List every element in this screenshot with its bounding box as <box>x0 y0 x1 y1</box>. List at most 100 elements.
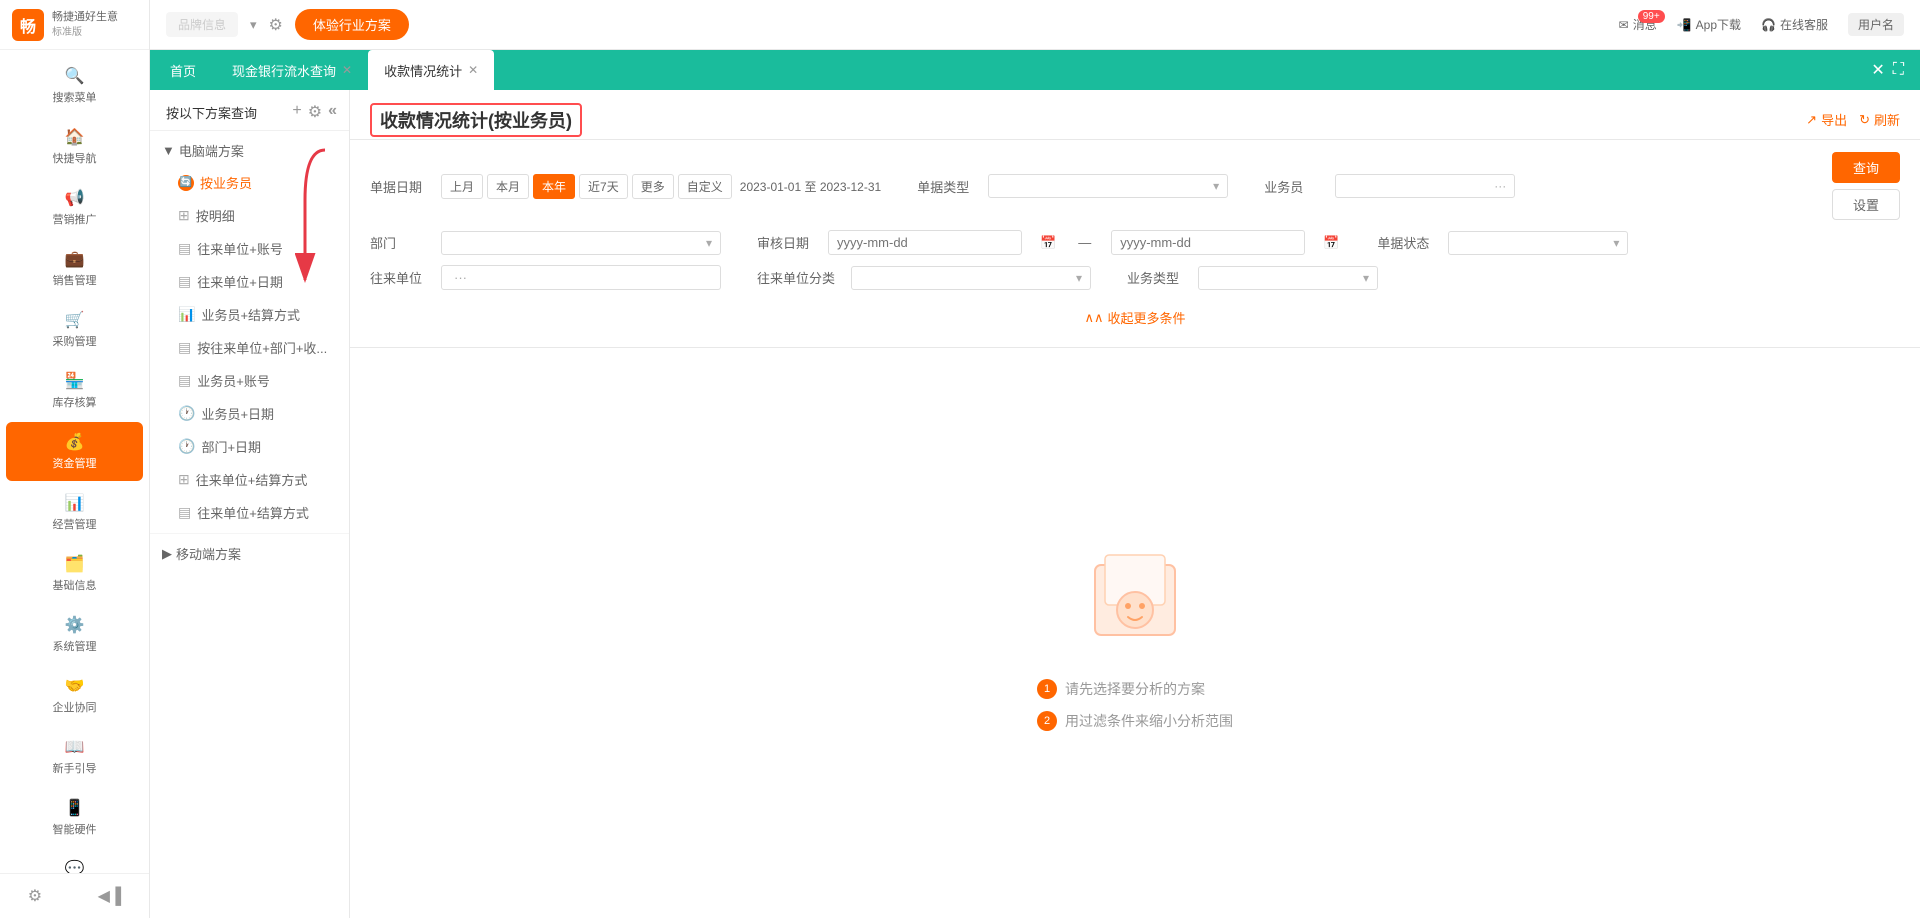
scheme-item-partner-settle1[interactable]: ⊞ 往来单位+结算方式 <box>150 463 349 496</box>
partner-cat-select[interactable]: ▾ <box>851 266 1091 290</box>
funds-icon: 💰 <box>65 432 85 452</box>
empty-tips: 1 请先选择要分析的方案 2 用过滤条件来缩小分析范围 <box>1037 679 1233 731</box>
type-select[interactable]: ▾ <box>988 174 1228 198</box>
scheme-item-dept-date[interactable]: 🕐 部门+日期 <box>150 430 349 463</box>
page-title: 收款情况统计(按业务员) <box>370 103 582 137</box>
operations-icon: 📊 <box>65 493 85 513</box>
date-btn-last-month[interactable]: 上月 <box>441 174 483 199</box>
maximize-icon[interactable]: ⛶ <box>1893 61 1904 79</box>
collapse-icon: ∧∧ <box>1084 310 1103 326</box>
tip-1-number: 1 <box>1037 679 1057 699</box>
date-filter-label: 单据日期 <box>370 177 425 196</box>
partner-dept-icon: ▤ <box>178 339 191 356</box>
scheme-item-partner-account[interactable]: ▤ 往来单位+账号 <box>150 232 349 265</box>
date-separator: — <box>1074 235 1095 250</box>
partner-cat-label: 往来单位分类 <box>757 268 835 287</box>
tab-receipt[interactable]: 收款情况统计 ✕ <box>368 50 494 90</box>
tab-home[interactable]: 首页 <box>150 50 216 90</box>
sidebar-item-inventory[interactable]: 🏪 库存核算 <box>6 361 143 420</box>
filter-row-2: 部门 ▾ 审核日期 📅 — 📅 单据状态 ▾ <box>370 230 1900 255</box>
settings-footer-icon[interactable]: ⚙ <box>28 886 42 906</box>
doc-status-label: 单据状态 <box>1377 233 1432 252</box>
partner-more-icon[interactable]: ··· <box>454 270 467 285</box>
sidebar-item-enterprise[interactable]: 🤝 企业协同 <box>6 666 143 725</box>
export-icon: ↗ <box>1806 112 1817 128</box>
refresh-btn[interactable]: ↻ 刷新 <box>1859 110 1900 129</box>
export-btn[interactable]: ↗ 导出 <box>1806 110 1847 129</box>
sidebar-item-sales[interactable]: 💼 销售管理 <box>6 239 143 298</box>
scheme-collapse-icon[interactable]: « <box>328 102 337 122</box>
window-close-icon[interactable]: ✕ <box>1871 60 1884 80</box>
collapse-filter-btn[interactable]: ∧∧ 收起更多条件 <box>370 300 1900 335</box>
review-date-start[interactable] <box>828 230 1022 255</box>
dept-select-arrow: ▾ <box>706 236 712 250</box>
trial-btn[interactable]: 体验行业方案 <box>295 9 409 40</box>
sidebar-item-basic[interactable]: 🗂️ 基础信息 <box>6 544 143 603</box>
sidebar-item-system[interactable]: ⚙️ 系统管理 <box>6 605 143 664</box>
pc-group-arrow: ▼ <box>162 143 175 158</box>
sidebar-item-guide[interactable]: 📖 新手引导 <box>6 727 143 786</box>
salesperson-filter-label: 业务员 <box>1264 177 1319 196</box>
sidebar-item-hardware[interactable]: 📱 智能硬件 <box>6 788 143 847</box>
date-btn-7days[interactable]: 近7天 <box>579 174 628 199</box>
sidebar-item-search[interactable]: 🔍 搜索菜单 <box>6 56 143 115</box>
scheme-item-partner-settle2[interactable]: ▤ 往来单位+结算方式 <box>150 496 349 529</box>
scheme-add-icon[interactable]: + <box>292 102 301 122</box>
dept-select[interactable]: ▾ <box>441 231 721 255</box>
sidebar-item-quicknav[interactable]: 🏠 快捷导航 <box>6 117 143 176</box>
mobile-group-header[interactable]: ▶ 移动端方案 <box>150 538 349 569</box>
date-btn-more[interactable]: 更多 <box>632 174 674 199</box>
pc-group-header[interactable]: ▼ 电脑端方案 <box>150 135 349 166</box>
topbar-gear-icon[interactable]: ⚙ <box>269 15 283 35</box>
sidebar-item-wechat[interactable]: 💬 企业微信 <box>6 849 143 873</box>
hardware-icon: 📱 <box>65 798 85 818</box>
purchase-icon: 🛒 <box>65 310 85 330</box>
refresh-icon: ↻ <box>1859 112 1870 128</box>
app-download-btn[interactable]: 📲 App下载 <box>1677 16 1741 33</box>
scheme-item-salesperson-account[interactable]: ▤ 业务员+账号 <box>150 364 349 397</box>
scheme-item-by-salesperson[interactable]: 🔄 按业务员 <box>150 166 349 199</box>
sidebar-logo: 畅 畅捷通好生意 标准版 <box>0 0 149 50</box>
partner-select[interactable]: ··· <box>441 265 721 290</box>
doc-status-select[interactable]: ▾ <box>1448 231 1628 255</box>
message-btn[interactable]: ✉ 消息 99+ <box>1619 16 1657 33</box>
query-btn[interactable]: 查询 <box>1832 152 1900 183</box>
calendar-end-icon[interactable]: 📅 <box>1323 235 1339 251</box>
date-btn-this-month[interactable]: 本月 <box>487 174 529 199</box>
sidebar-item-marketing[interactable]: 📢 营销推广 <box>6 178 143 237</box>
scheme-gear-icon[interactable]: ⚙ <box>308 102 322 122</box>
partner-account-icon: ▤ <box>178 240 191 257</box>
review-date-end[interactable] <box>1111 230 1305 255</box>
tabbar: 首页 现金银行流水查询 ✕ 收款情况统计 ✕ ✕ ⛶ <box>150 50 1920 90</box>
scheme-item-salesperson-settle[interactable]: 📊 业务员+结算方式 <box>150 298 349 331</box>
user-info: 用户名 <box>1848 13 1904 36</box>
app-icon: 📲 <box>1677 18 1692 32</box>
topbar-dropdown-arrow[interactable]: ▾ <box>250 17 257 33</box>
biz-type-select[interactable]: ▾ <box>1198 266 1378 290</box>
setting-btn[interactable]: 设置 <box>1832 189 1900 220</box>
salesperson-settle-icon: 📊 <box>178 306 195 323</box>
sidebar-item-purchase[interactable]: 🛒 采购管理 <box>6 300 143 359</box>
scheme-item-salesperson-date[interactable]: 🕐 业务员+日期 <box>150 397 349 430</box>
online-service-btn[interactable]: 🎧 在线客服 <box>1761 16 1828 33</box>
tab-bank-close[interactable]: ✕ <box>342 63 352 77</box>
scheme-item-partner-date[interactable]: ▤ 往来单位+日期 <box>150 265 349 298</box>
sidebar-footer: ⚙ ◀▐ <box>0 873 149 918</box>
page-header: 收款情况统计(按业务员) ↗ 导出 ↻ 刷新 <box>350 90 1920 140</box>
search-icon: 🔍 <box>65 66 85 86</box>
biz-type-arrow: ▾ <box>1363 271 1369 285</box>
calendar-start-icon[interactable]: 📅 <box>1040 235 1056 251</box>
salesperson-select[interactable]: ··· <box>1335 174 1515 198</box>
message-badge: 99+ <box>1638 10 1665 23</box>
tab-bank[interactable]: 现金银行流水查询 ✕ <box>216 50 368 90</box>
scheme-item-by-detail[interactable]: ⊞ 按明细 <box>150 199 349 232</box>
tab-receipt-close[interactable]: ✕ <box>468 63 478 77</box>
scheme-item-partner-dept[interactable]: ▤ 按往来单位+部门+收... <box>150 331 349 364</box>
tip-1-text: 请先选择要分析的方案 <box>1065 679 1205 699</box>
date-btn-custom[interactable]: 自定义 <box>678 174 732 199</box>
collapse-sidebar-icon[interactable]: ◀▐ <box>98 886 122 906</box>
date-btn-this-year[interactable]: 本年 <box>533 174 575 199</box>
empty-state: 1 请先选择要分析的方案 2 用过滤条件来缩小分析范围 <box>350 348 1920 918</box>
sidebar-item-operations[interactable]: 📊 经营管理 <box>6 483 143 542</box>
sidebar-item-funds[interactable]: 💰 资金管理 <box>6 422 143 481</box>
